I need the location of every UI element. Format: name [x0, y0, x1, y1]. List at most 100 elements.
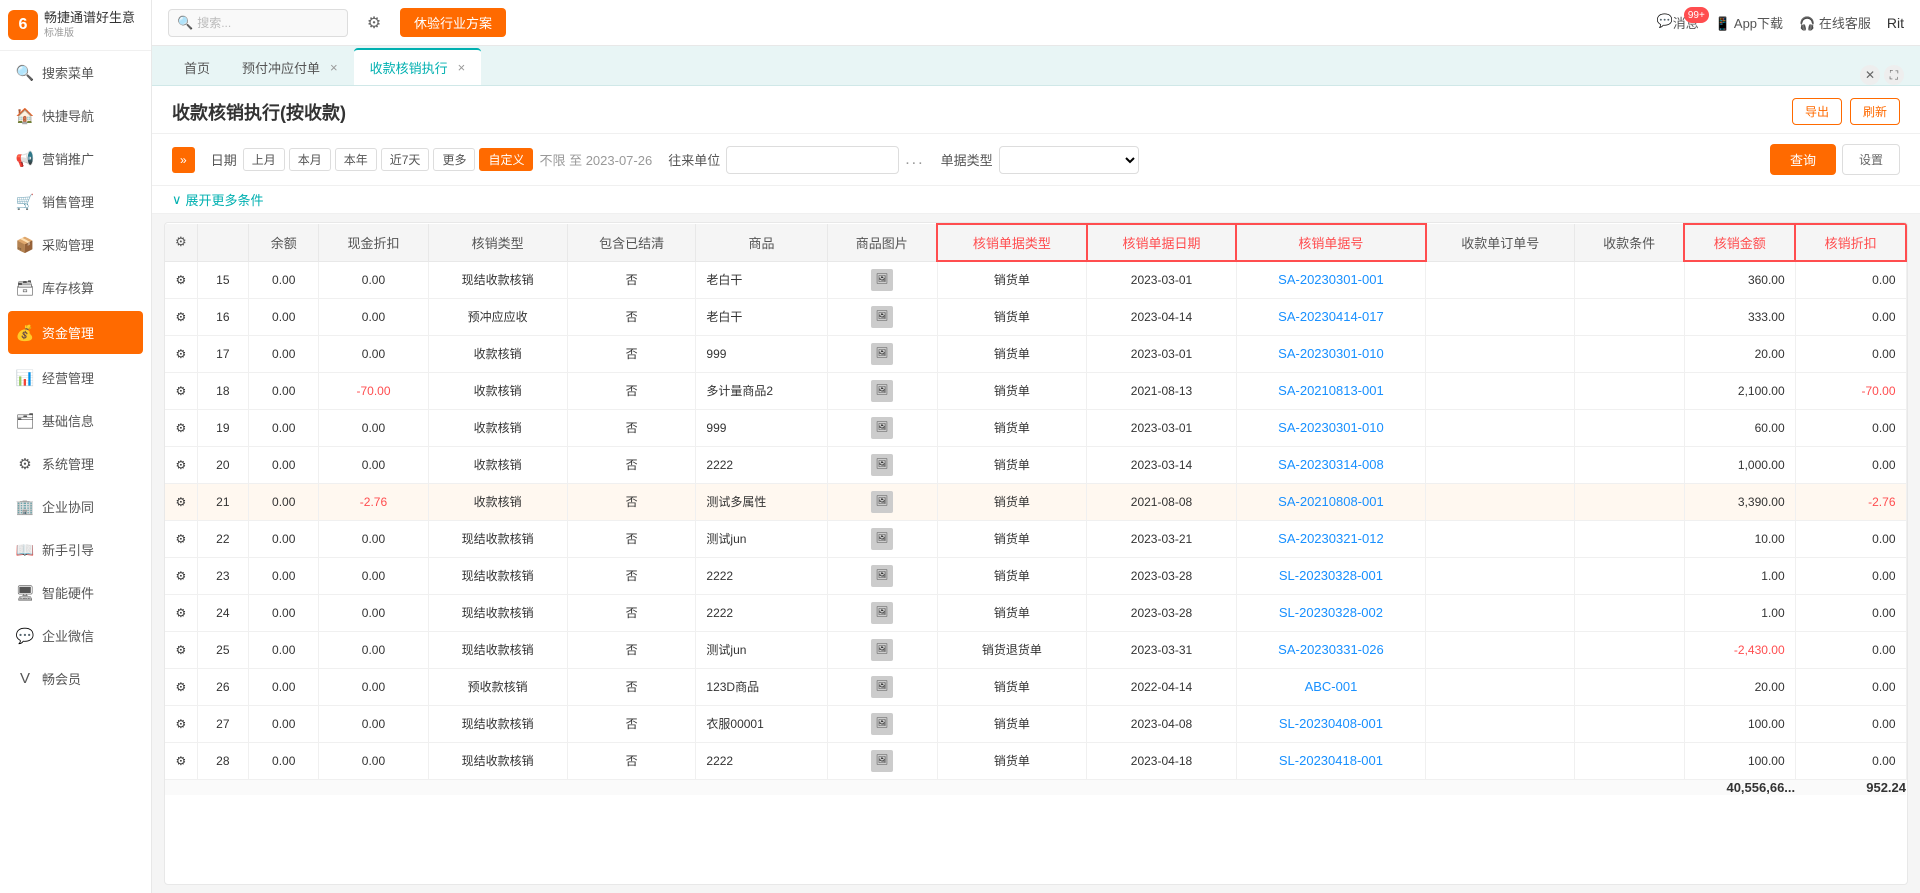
cell-settings[interactable]: ⚙ [165, 631, 197, 668]
verify-doc-no-link[interactable]: SA-20230414-017 [1278, 309, 1384, 324]
cell-settings[interactable]: ⚙ [165, 742, 197, 779]
verify-doc-no-link[interactable]: SA-20230314-008 [1278, 457, 1384, 472]
tab-close-prepay[interactable]: × [330, 60, 338, 75]
cell-verify-doc-no[interactable]: SA-20230301-001 [1236, 261, 1425, 298]
sidebar-item-system[interactable]: ⚙ 系统管理 [0, 442, 151, 485]
cell-verify-doc-no[interactable]: SA-20230301-010 [1236, 335, 1425, 372]
cell-settings[interactable]: ⚙ [165, 594, 197, 631]
cell-verify-doc-no[interactable]: SA-20230414-017 [1236, 298, 1425, 335]
cell-settings[interactable]: ⚙ [165, 668, 197, 705]
cell-verify-doc-no[interactable]: SA-20230301-010 [1236, 409, 1425, 446]
industry-solution-button[interactable]: 休验行业方案 [400, 8, 506, 37]
export-button[interactable]: 导出 [1792, 98, 1842, 125]
partner-dots[interactable]: ... [905, 151, 924, 169]
verify-doc-no-link[interactable]: SA-20230301-010 [1278, 346, 1384, 361]
topbar-search-area[interactable]: 🔍 搜索... [168, 9, 348, 37]
cell-seq: 19 [197, 409, 248, 446]
sidebar-item-marketing[interactable]: 📢 营销推广 [0, 137, 151, 180]
sidebar-item-inventory[interactable]: 🗃 库存核算 [0, 266, 151, 309]
sidebar-item-search[interactable]: 🔍 搜索菜单 [0, 51, 151, 94]
cell-settings[interactable]: ⚙ [165, 483, 197, 520]
cell-verify-doc-no[interactable]: SA-20210813-001 [1236, 372, 1425, 409]
more-btn[interactable]: 更多 [433, 148, 475, 171]
window-close-button[interactable]: ✕ [1860, 65, 1880, 85]
tab-receipt[interactable]: 收款核销执行× [354, 48, 482, 85]
col-balance: 余额 [249, 224, 319, 261]
sidebar-item-business[interactable]: 📊 经营管理 [0, 356, 151, 399]
custom-date-btn[interactable]: 自定义 [479, 148, 533, 171]
last-month-btn[interactable]: 上月 [243, 148, 285, 171]
cell-verify-doc-no[interactable]: SL-20230418-001 [1236, 742, 1425, 779]
col-verify-doc-type: 核销单据类型 [937, 224, 1087, 261]
cell-included-settled: 否 [567, 372, 696, 409]
verify-doc-no-link[interactable]: SL-20230418-001 [1279, 753, 1383, 768]
app-download-area[interactable]: 📱 App下载 [1715, 13, 1783, 32]
last-7days-btn[interactable]: 近7天 [381, 148, 430, 171]
verify-doc-no-link[interactable]: SA-20230321-012 [1278, 531, 1384, 546]
tab-close-receipt[interactable]: × [458, 60, 466, 75]
tab-prepay[interactable]: 预付冲应付单× [226, 50, 354, 85]
sidebar-item-basic[interactable]: 🗂 基础信息 [0, 399, 151, 442]
online-service-area[interactable]: 🎧 在线客服 [1799, 13, 1871, 32]
this-month-btn[interactable]: 本月 [289, 148, 331, 171]
cell-settings[interactable]: ⚙ [165, 261, 197, 298]
cell-settings[interactable]: ⚙ [165, 298, 197, 335]
cell-receipt-order-no [1426, 594, 1575, 631]
cell-verify-doc-no[interactable]: SA-20230331-026 [1236, 631, 1425, 668]
sidebar-item-member[interactable]: V 畅会员 [0, 657, 151, 700]
sidebar-item-quick-nav[interactable]: 🏠 快捷导航 [0, 94, 151, 137]
cell-verify-doc-no[interactable]: SA-20230321-012 [1236, 520, 1425, 557]
expand-conditions-button[interactable]: ∨ 展开更多条件 [172, 190, 264, 209]
cell-verify-amount: 1,000.00 [1684, 446, 1795, 483]
sidebar-item-finance[interactable]: 💰 资金管理 [8, 311, 143, 354]
partner-input[interactable] [726, 146, 899, 174]
cell-settings[interactable]: ⚙ [165, 446, 197, 483]
sidebar-item-purchase[interactable]: 📦 采购管理 [0, 223, 151, 266]
verify-doc-no-link[interactable]: SL-20230408-001 [1279, 716, 1383, 731]
refresh-button[interactable]: 刷新 [1850, 98, 1900, 125]
cell-verify-doc-no[interactable]: SL-20230328-002 [1236, 594, 1425, 631]
this-year-btn[interactable]: 本年 [335, 148, 377, 171]
cell-settings[interactable]: ⚙ [165, 557, 197, 594]
cell-goods-img: 🖼 [827, 520, 937, 557]
cell-verify-doc-no[interactable]: ABC-001 [1236, 668, 1425, 705]
settings-icon[interactable]: ⚙ [360, 9, 388, 37]
verify-doc-no-link[interactable]: SL-20230328-001 [1279, 568, 1383, 583]
cell-settings[interactable]: ⚙ [165, 335, 197, 372]
verify-doc-no-link[interactable]: SA-20230301-010 [1278, 420, 1384, 435]
cell-settings[interactable]: ⚙ [165, 520, 197, 557]
filter-settings-button[interactable]: 设置 [1842, 144, 1900, 175]
col-settings[interactable]: ⚙ [165, 224, 197, 261]
query-button[interactable]: 查询 [1770, 144, 1836, 175]
cell-receipt-condition [1574, 261, 1684, 298]
cell-verify-doc-no[interactable]: SA-20230314-008 [1236, 446, 1425, 483]
sidebar-item-label-finance: 资金管理 [42, 323, 94, 342]
cell-receipt-condition [1574, 483, 1684, 520]
cell-settings[interactable]: ⚙ [165, 372, 197, 409]
window-expand-button[interactable]: ⛶ [1884, 65, 1904, 85]
cell-verify-discount: 0.00 [1795, 335, 1906, 372]
message-area[interactable]: 💬 消息 99+ [1657, 13, 1699, 32]
verify-doc-no-link[interactable]: SA-20230301-001 [1278, 272, 1384, 287]
cell-cash-discount: 0.00 [319, 668, 428, 705]
sidebar-item-wechat[interactable]: 💬 企业微信 [0, 614, 151, 657]
sidebar-item-enterprise[interactable]: 🏢 企业协同 [0, 485, 151, 528]
sidebar-item-sales[interactable]: 🛒 销售管理 [0, 180, 151, 223]
cell-verify-doc-no[interactable]: SL-20230328-001 [1236, 557, 1425, 594]
cell-settings[interactable]: ⚙ [165, 705, 197, 742]
verify-doc-no-link[interactable]: SL-20230328-002 [1279, 605, 1383, 620]
user-name[interactable]: Rit [1887, 15, 1904, 31]
cell-verify-doc-no[interactable]: SL-20230408-001 [1236, 705, 1425, 742]
cell-verify-doc-no[interactable]: SA-20210808-001 [1236, 483, 1425, 520]
verify-doc-no-link[interactable]: ABC-001 [1305, 679, 1358, 694]
filter-expand-arrow[interactable]: » [172, 147, 195, 173]
tab-home[interactable]: 首页 [168, 50, 226, 85]
verify-doc-no-link[interactable]: SA-20210813-001 [1278, 383, 1384, 398]
table-row: ⚙ 19 0.00 0.00 收款核销 否 999 🖼 销货单 2023-03-… [165, 409, 1906, 446]
verify-doc-no-link[interactable]: SA-20230331-026 [1278, 642, 1384, 657]
cell-settings[interactable]: ⚙ [165, 409, 197, 446]
sidebar-item-guide[interactable]: 📖 新手引导 [0, 528, 151, 571]
order-type-select[interactable] [999, 146, 1139, 174]
verify-doc-no-link[interactable]: SA-20210808-001 [1278, 494, 1384, 509]
sidebar-item-hardware[interactable]: 🖥 智能硬件 [0, 571, 151, 614]
